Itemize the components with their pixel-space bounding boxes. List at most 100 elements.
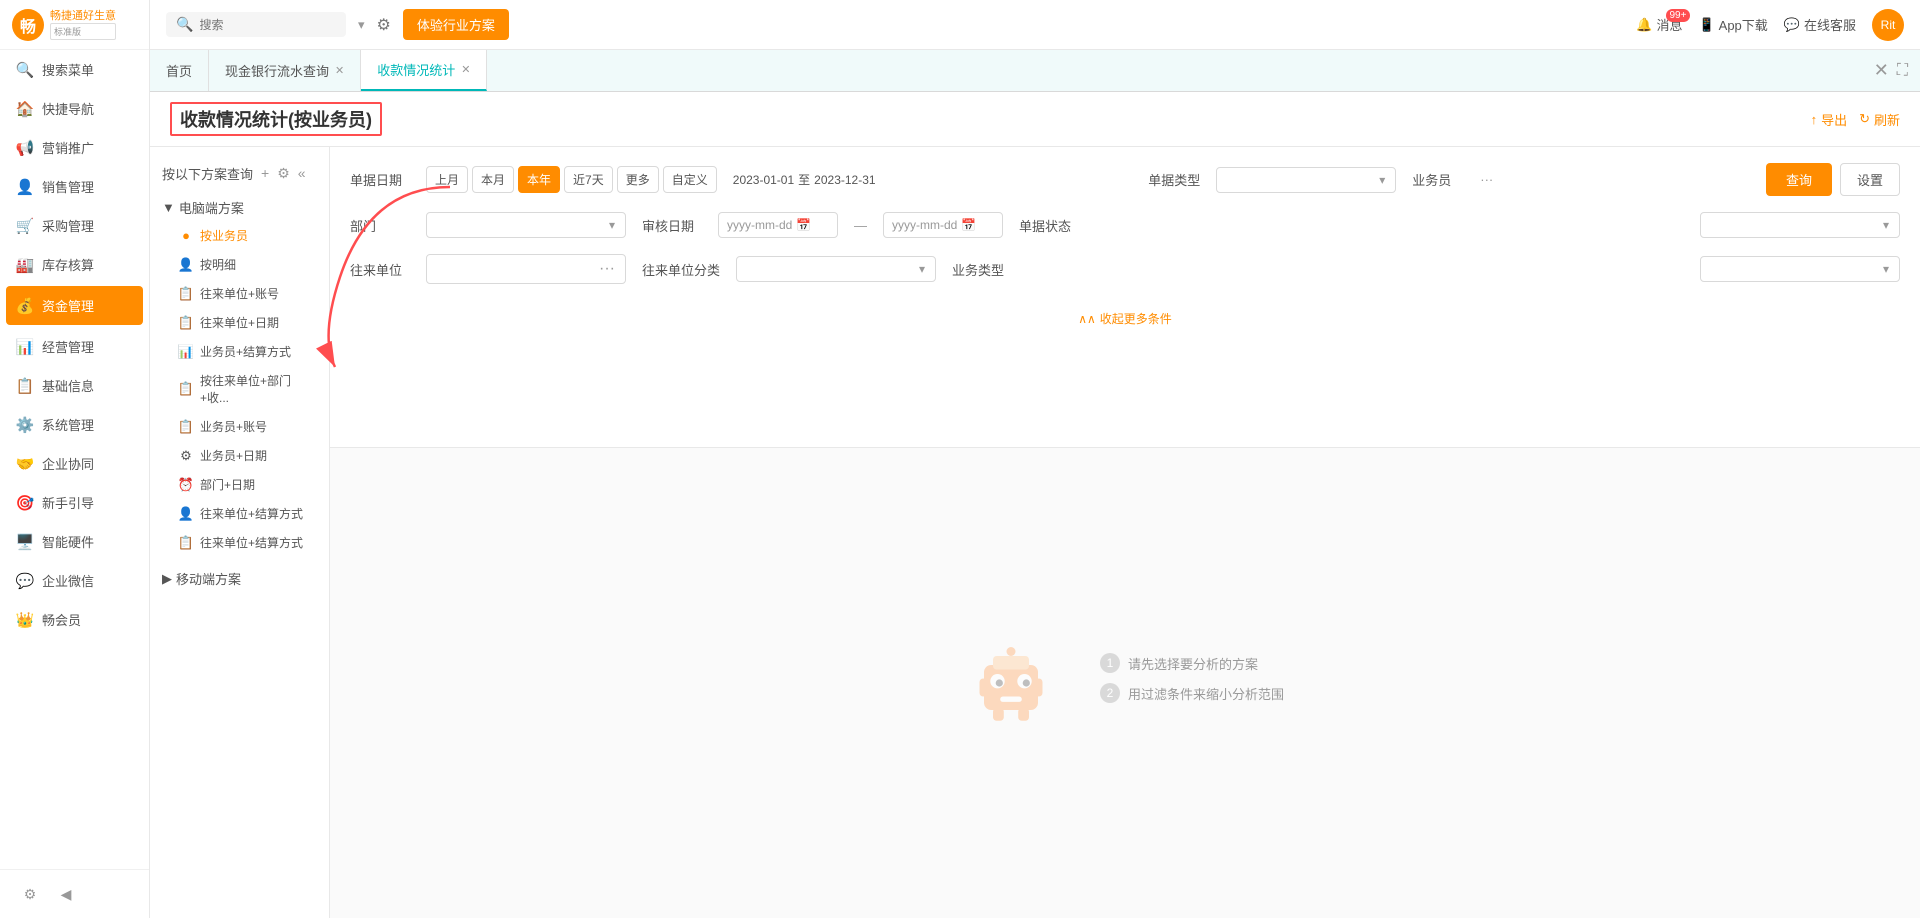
tab-bank-flow[interactable]: 现金银行流水查询 ✕ (209, 50, 361, 91)
sidebar-menu: 🔍 搜索菜单 🏠 快捷导航 📢 营销推广 👤 销售管理 🛒 采购管理 🏭 库存核… (0, 50, 149, 869)
filter-panel: 单据日期 上月 本月 本年 近7天 更多 自定义 2023-01-01 至 (330, 147, 1920, 447)
sidebar-item-search[interactable]: 🔍 搜索菜单 (0, 50, 149, 89)
scheme-item-dept-date[interactable]: ⏰ 部门+日期 (150, 470, 329, 499)
sidebar-item-guide[interactable]: 🎯 新手引导 (0, 483, 149, 522)
date-btn-this-year[interactable]: 本年 (518, 166, 560, 193)
date-btn-7days[interactable]: 近7天 (564, 166, 613, 193)
topbar: 🔍 ▾ ⚙ 体验行业方案 🔔 消息 99+ 📱 App下载 💬 在线客服 Rit (150, 0, 1920, 50)
tab-receipt-stats-close[interactable]: ✕ (461, 63, 470, 76)
collapse-bar[interactable]: ∧∧ 收起更多条件 (350, 300, 1900, 337)
sidebar-item-quick-nav[interactable]: 🏠 快捷导航 (0, 89, 149, 128)
review-date-to-input[interactable]: yyyy-mm-dd 📅 (883, 212, 1003, 238)
scheme-item-unit-calc1[interactable]: 👤 往来单位+结算方式 (150, 499, 329, 528)
settings-icon[interactable]: ⚙ (377, 15, 391, 35)
scheme-mobile-label: 移动端方案 (176, 569, 241, 588)
scheme-item-unit-calc2[interactable]: 📋 往来单位+结算方式 (150, 528, 329, 557)
partner-category-select[interactable]: ▾ (736, 256, 936, 282)
dept-label: 部门 (350, 216, 410, 235)
collapse-footer-btn[interactable]: ◀ (52, 880, 80, 908)
scheme-desktop-title[interactable]: ▼ 电脑端方案 (150, 194, 329, 221)
review-date-from-input[interactable]: yyyy-mm-dd 📅 (718, 212, 838, 238)
date-btn-custom[interactable]: 自定义 (663, 166, 717, 193)
tab-home[interactable]: 首页 (150, 50, 209, 91)
export-btn[interactable]: ↑ 导出 (1811, 110, 1848, 129)
maximize-icon[interactable]: ⛶ (1897, 62, 1908, 80)
filter-settings-btn[interactable]: 设置 (1840, 163, 1900, 196)
sidebar-item-search-label: 搜索菜单 (42, 60, 94, 79)
scheme-settings-btn[interactable]: ⚙ (275, 163, 292, 184)
partner-label: 往来单位 (350, 260, 410, 279)
topbar-actions: 🔔 消息 99+ 📱 App下载 💬 在线客服 Rit (1636, 9, 1904, 41)
sidebar-item-finance[interactable]: 💰 资金管理 (6, 286, 143, 325)
user-avatar[interactable]: Rit (1872, 9, 1904, 41)
scheme-add-btn[interactable]: + (259, 163, 271, 184)
scheme-item-salesperson-calc[interactable]: 📊 业务员+结算方式 (150, 337, 329, 366)
partner-more-btn[interactable]: ··· (599, 260, 615, 278)
query-btn[interactable]: 查询 (1766, 163, 1832, 196)
search-icon: 🔍 (16, 61, 34, 79)
sidebar-item-quick-nav-label: 快捷导航 (42, 99, 94, 118)
sidebar-item-wechat[interactable]: 💬 企业微信 (0, 561, 149, 600)
search-box[interactable]: 🔍 (166, 12, 346, 37)
scheme-item-by-detail[interactable]: 👤 按明细 (150, 250, 329, 279)
sidebar-item-member-label: 畅会员 (42, 610, 81, 629)
settings-footer-btn[interactable]: ⚙ (16, 880, 44, 908)
tip-text-1: 请先选择要分析的方案 (1128, 654, 1258, 673)
sidebar-item-operations[interactable]: 📊 经营管理 (0, 327, 149, 366)
sidebar-item-member[interactable]: 👑 畅会员 (0, 600, 149, 639)
scheme-item-salesperson-date[interactable]: ⚙ 业务员+日期 (150, 441, 329, 470)
date-btn-more[interactable]: 更多 (617, 166, 659, 193)
trial-btn[interactable]: 体验行业方案 (403, 9, 509, 40)
sidebar-item-inventory[interactable]: 🏭 库存核算 (0, 245, 149, 284)
date-to-text: 2023-12-31 (814, 173, 875, 187)
doc-type-select[interactable]: ▾ (1216, 167, 1396, 193)
scheme-item-salesperson-account[interactable]: 📋 业务员+账号 (150, 412, 329, 441)
doc-status-chevron-icon: ▾ (1883, 218, 1889, 232)
tab-receipt-stats[interactable]: 收款情况统计 ✕ (361, 50, 487, 91)
sidebar-item-purchase[interactable]: 🛒 采购管理 (0, 206, 149, 245)
search-input[interactable] (199, 18, 336, 32)
scheme-item-unit-date[interactable]: 📋 往来单位+日期 (150, 308, 329, 337)
refresh-icon: ↻ (1859, 111, 1870, 127)
date-range-display: 2023-01-01 至 2023-12-31 (733, 171, 876, 188)
scheme-mobile-title[interactable]: ▶ 移动端方案 (150, 565, 329, 592)
business-type-select[interactable]: ▾ (1700, 256, 1900, 282)
empty-tips: 1 请先选择要分析的方案 2 用过滤条件来缩小分析范围 (1100, 653, 1284, 713)
content-main: 收款情况统计(按业务员) ↑ 导出 ↻ 刷新 按以下方案查询 + (150, 92, 1920, 918)
sidebar-item-basic-label: 基础信息 (42, 376, 94, 395)
refresh-btn[interactable]: ↻ 刷新 (1859, 110, 1900, 129)
filter-row-1: 单据日期 上月 本月 本年 近7天 更多 自定义 2023-01-01 至 (350, 163, 1900, 196)
doc-status-select[interactable]: ▾ (1700, 212, 1900, 238)
tab-bank-flow-close[interactable]: ✕ (335, 64, 344, 77)
operations-icon: 📊 (16, 338, 34, 356)
partner-select[interactable]: ··· (426, 254, 626, 284)
sidebar-item-hardware[interactable]: 🖥️ 智能硬件 (0, 522, 149, 561)
partner-category-label: 往来单位分类 (642, 260, 720, 279)
date-btn-this-month[interactable]: 本月 (472, 166, 514, 193)
notification-btn[interactable]: 🔔 消息 99+ (1636, 15, 1682, 34)
dept-select[interactable]: ▾ (426, 212, 626, 238)
sidebar-item-marketing[interactable]: 📢 营销推广 (0, 128, 149, 167)
date-btn-last-month[interactable]: 上月 (426, 166, 468, 193)
dropdown-chevron-icon[interactable]: ▾ (358, 17, 365, 33)
collapse-up-icon: ∧∧ (1078, 312, 1096, 326)
scheme-collapse-btn[interactable]: « (296, 163, 308, 184)
salesperson-more-btn[interactable]: ··· (1480, 172, 1493, 187)
sidebar-item-system[interactable]: ⚙️ 系统管理 (0, 405, 149, 444)
scheme-item-unit-dept[interactable]: 📋 按往来单位+部门+收... (150, 366, 329, 412)
scheme-item-by-salesperson[interactable]: ● 按业务员 (150, 221, 329, 250)
close-window-icon[interactable]: ✕ (1874, 60, 1889, 81)
online-service-btn[interactable]: 💬 在线客服 (1784, 15, 1856, 34)
sidebar-item-marketing-label: 营销推广 (42, 138, 94, 157)
sidebar-item-basic[interactable]: 📋 基础信息 (0, 366, 149, 405)
app-download-btn[interactable]: 📱 App下载 (1698, 15, 1767, 34)
scheme-item-unit-account[interactable]: 📋 往来单位+账号 (150, 279, 329, 308)
filter-actions: 查询 设置 (1766, 163, 1900, 196)
sidebar-item-sales[interactable]: 👤 销售管理 (0, 167, 149, 206)
sidebar-item-enterprise[interactable]: 🤝 企业协同 (0, 444, 149, 483)
system-icon: ⚙️ (16, 416, 34, 434)
empty-state: 1 请先选择要分析的方案 2 用过滤条件来缩小分析范围 (330, 447, 1920, 918)
detail-icon: 👤 (178, 257, 194, 273)
online-service-label: 在线客服 (1804, 15, 1856, 34)
page-title: 收款情况统计(按业务员) (170, 102, 382, 136)
